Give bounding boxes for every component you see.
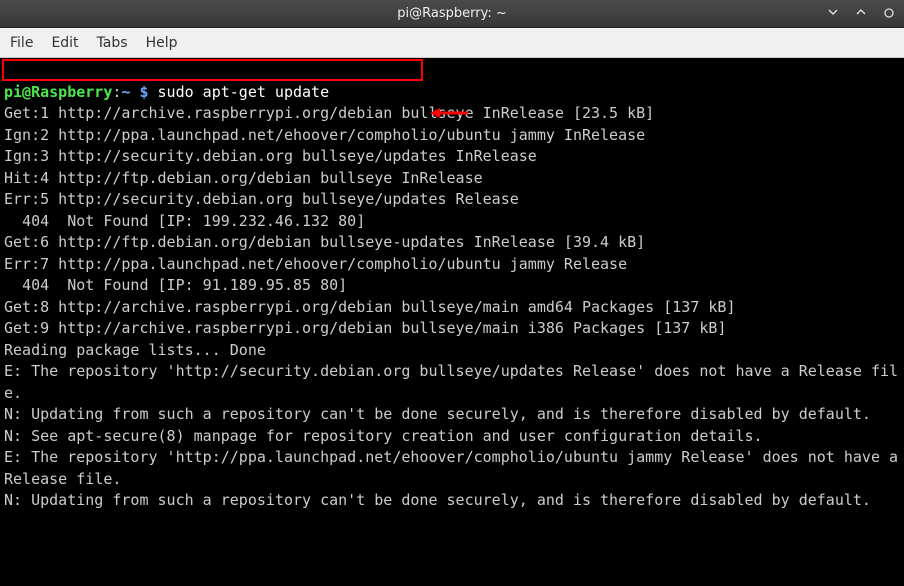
menu-bar: File Edit Tabs Help [0, 28, 904, 58]
maximize-icon[interactable] [854, 6, 868, 21]
output-line: Get:9 http://archive.raspberrypi.org/deb… [4, 319, 726, 337]
output-line: N: See apt-secure(8) manpage for reposit… [4, 427, 763, 445]
output-line: Err:7 http://ppa.launchpad.net/ehoover/c… [4, 255, 627, 273]
window-title: pi@Raspberry: ~ [397, 6, 506, 21]
highlight-rectangle [2, 59, 423, 81]
prompt-user-host: pi@Raspberry [4, 83, 112, 101]
terminal-output[interactable]: pi@Raspberry:~ $ sudo apt-get update Get… [0, 58, 904, 586]
output-line: 404 Not Found [IP: 91.189.95.85 80] [4, 276, 347, 294]
output-line: N: Updating from such a repository can't… [4, 491, 871, 509]
menu-help[interactable]: Help [146, 35, 178, 51]
output-line: E: The repository 'http://ppa.launchpad.… [4, 448, 904, 488]
output-line: E: The repository 'http://security.debia… [4, 362, 898, 402]
output-line: Ign:2 http://ppa.launchpad.net/ehoover/c… [4, 126, 645, 144]
output-line: Reading package lists... Done [4, 341, 266, 359]
command-text: sudo apt-get update [158, 83, 330, 101]
menu-tabs[interactable]: Tabs [97, 35, 128, 51]
output-line: Get:6 http://ftp.debian.org/debian bulls… [4, 233, 645, 251]
output-line: Hit:4 http://ftp.debian.org/debian bulls… [4, 169, 483, 187]
minimize-icon[interactable] [826, 6, 840, 21]
output-line: Err:5 http://security.debian.org bullsey… [4, 190, 519, 208]
close-icon[interactable] [882, 7, 896, 21]
window-titlebar: pi@Raspberry: ~ [0, 0, 904, 28]
prompt-dollar: $ [130, 83, 157, 101]
menu-file[interactable]: File [10, 35, 33, 51]
output-line: Get:1 http://archive.raspberrypi.org/deb… [4, 104, 654, 122]
output-line: 404 Not Found [IP: 199.232.46.132 80] [4, 212, 365, 230]
output-line: Get:8 http://archive.raspberrypi.org/deb… [4, 298, 736, 316]
output-line: N: Updating from such a repository can't… [4, 405, 871, 423]
window-controls [826, 0, 896, 27]
menu-edit[interactable]: Edit [51, 35, 78, 51]
output-line: Ign:3 http://security.debian.org bullsey… [4, 147, 537, 165]
